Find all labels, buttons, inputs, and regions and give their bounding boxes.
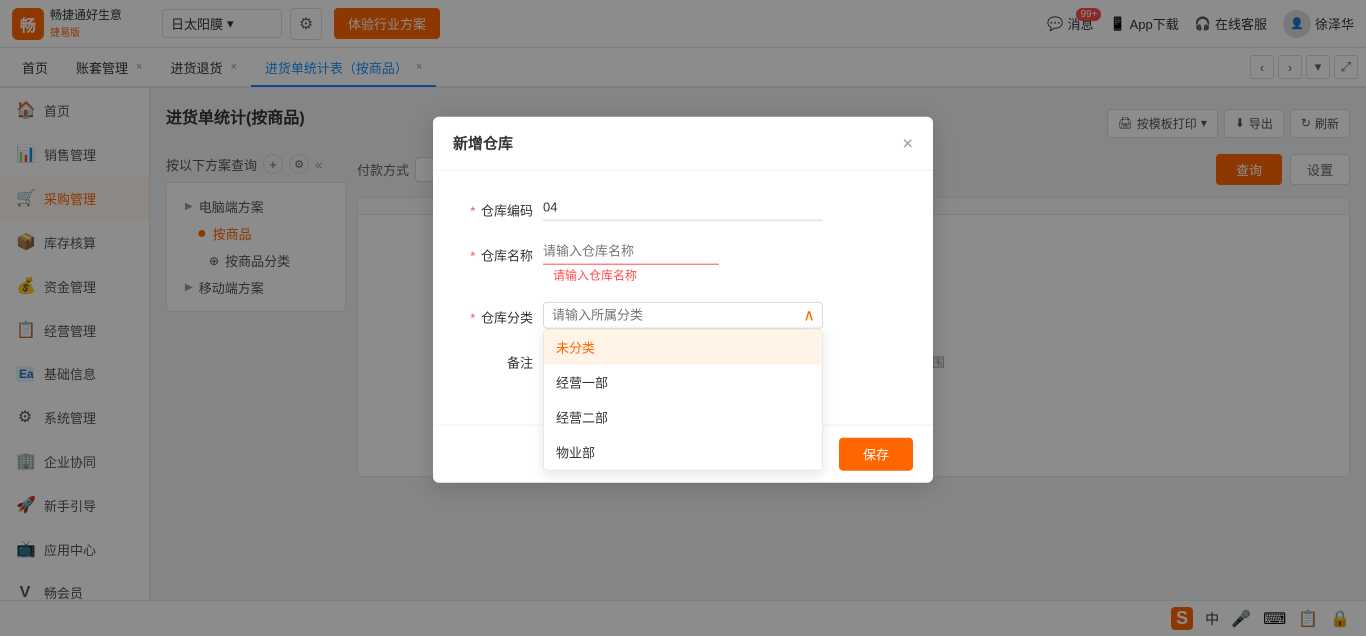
- remark-label: 备注: [463, 347, 543, 372]
- dropdown-item-dept3[interactable]: 物业部: [544, 435, 822, 470]
- category-row: * 仓库分类 ∧ 未分类 经营一部 经营二部 物业部: [463, 302, 903, 329]
- code-row: * 仓库编码: [463, 195, 903, 221]
- modal-header: 新增仓库 ×: [433, 117, 933, 171]
- category-select-wrapper: ∧ 未分类 经营一部 经营二部 物业部: [543, 302, 823, 329]
- name-input[interactable]: [543, 239, 719, 265]
- category-input[interactable]: [543, 302, 823, 329]
- code-label: * 仓库编码: [463, 195, 543, 220]
- add-warehouse-modal: 新增仓库 × * 仓库编码 * 仓库名称 请输入仓库名称: [433, 117, 933, 483]
- name-row: * 仓库名称 请输入仓库名称: [463, 239, 903, 284]
- modal-title: 新增仓库: [453, 133, 513, 154]
- dropdown-item-uncategorized[interactable]: 未分类: [544, 330, 822, 365]
- modal-save-btn[interactable]: 保存: [839, 438, 913, 471]
- modal-body: * 仓库编码 * 仓库名称 请输入仓库名称 * 仓库分类: [433, 171, 933, 425]
- category-dropdown: 未分类 经营一部 经营二部 物业部: [543, 329, 823, 471]
- dropdown-item-dept2[interactable]: 经营二部: [544, 400, 822, 435]
- category-label: * 仓库分类: [463, 302, 543, 327]
- name-error-msg: 请输入仓库名称: [553, 267, 637, 284]
- code-input[interactable]: [543, 195, 823, 221]
- name-label: * 仓库名称: [463, 239, 543, 264]
- dropdown-item-dept1[interactable]: 经营一部: [544, 365, 822, 400]
- modal-close-btn[interactable]: ×: [902, 134, 913, 152]
